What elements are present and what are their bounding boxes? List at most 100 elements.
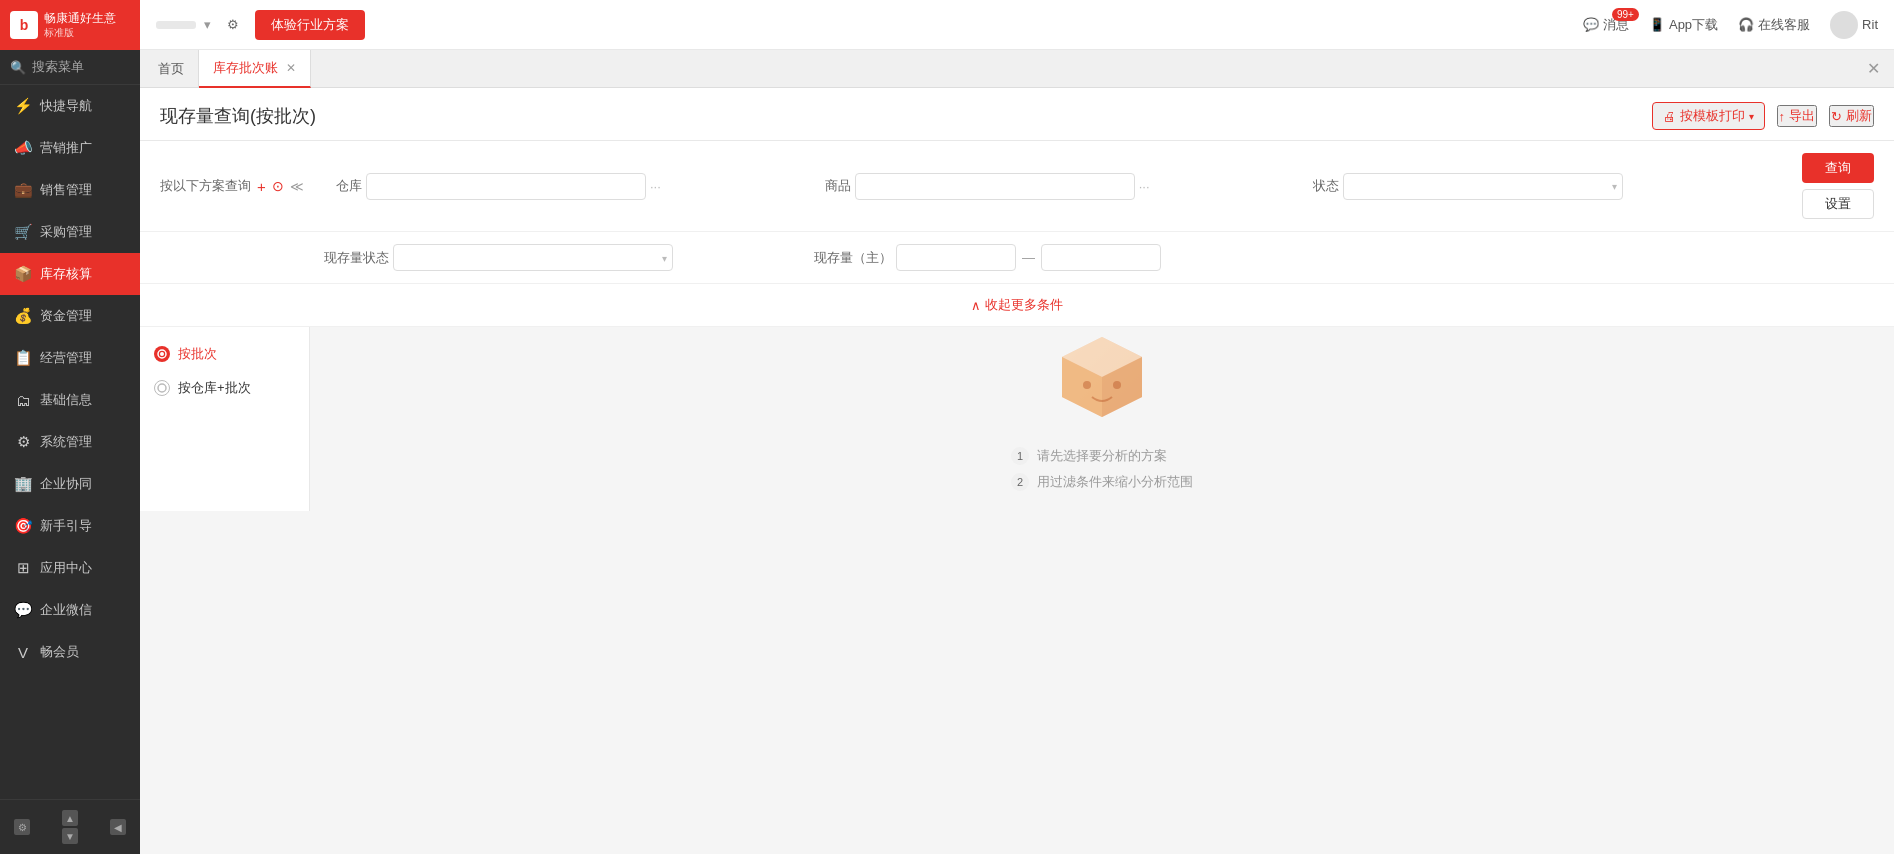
online-service-btn[interactable]: 🎧 在线客服 <box>1738 16 1810 34</box>
operation-icon: 📋 <box>14 349 32 367</box>
scheme-label-row: 按以下方案查询 + ⊙ ≪ <box>160 177 320 195</box>
message-icon: 💬 <box>1583 17 1599 32</box>
sidebar-item-quick-nav[interactable]: ⚡ 快捷导航 <box>0 85 140 127</box>
sidebar-nav: ⚡ 快捷导航 📣 营销推广 💼 销售管理 🛒 采购管理 📦 库存核算 💰 资金管… <box>0 85 140 799</box>
scheme-panel: 按批次 按仓库+批次 <box>140 327 310 511</box>
page-actions: 🖨 按模板打印 ▾ ↑ 导出 ↻ 刷新 <box>1652 102 1875 130</box>
sidebar-item-app-center[interactable]: ⊞ 应用中心 <box>0 547 140 589</box>
sidebar-item-finance[interactable]: 💰 资金管理 <box>0 295 140 337</box>
system-icon: ⚙ <box>14 433 32 451</box>
sales-icon: 💼 <box>14 181 32 199</box>
tab-close-icon[interactable]: ✕ <box>286 61 296 75</box>
sidebar-brand: 畅康通好生意 标准版 <box>44 11 116 40</box>
empty-hints: 1 请先选择要分析的方案 2 用过滤条件来缩小分析范围 <box>1011 447 1193 491</box>
hint-item-2: 2 用过滤条件来缩小分析范围 <box>1011 473 1193 491</box>
app-download-icon: 📱 <box>1649 17 1665 32</box>
marketing-icon: 📣 <box>14 139 32 157</box>
svg-point-7 <box>1083 381 1091 389</box>
query-btn[interactable]: 查询 <box>1802 153 1874 183</box>
qty-range: — <box>896 244 1161 271</box>
filter-settings-btn[interactable]: 设置 <box>1802 189 1874 219</box>
sidebar-item-marketing[interactable]: 📣 营销推广 <box>0 127 140 169</box>
sidebar-item-operation[interactable]: 📋 经营管理 <box>0 337 140 379</box>
experience-btn[interactable]: 体验行业方案 <box>255 10 365 40</box>
export-btn[interactable]: ↑ 导出 <box>1777 105 1818 127</box>
tab-home[interactable]: 首页 <box>144 50 199 88</box>
status-select-wrapper: ▾ <box>1343 173 1623 200</box>
finance-icon: 💰 <box>14 307 32 325</box>
scheme-active-icon <box>154 346 170 362</box>
print-icon: 🖨 <box>1663 109 1676 124</box>
product-input[interactable] <box>855 173 1135 200</box>
export-icon: ↑ <box>1779 109 1786 124</box>
app-download-btn[interactable]: 📱 App下载 <box>1649 16 1718 34</box>
svg-point-2 <box>158 384 166 392</box>
topbar-gear-icon[interactable]: ⚙ <box>219 11 247 39</box>
topbar-left: ▾ ⚙ 体验行业方案 <box>156 10 1571 40</box>
sidebar-item-purchase[interactable]: 🛒 采购管理 <box>0 211 140 253</box>
svg-point-1 <box>160 352 164 356</box>
wechat-icon: 💬 <box>14 601 32 619</box>
sidebar-item-system[interactable]: ⚙ 系统管理 <box>0 421 140 463</box>
inventory-status-field: 现存量状态 ▾ <box>324 244 798 271</box>
scheme-item-batch[interactable]: 按批次 <box>140 337 309 371</box>
filter-row-1: 按以下方案查询 + ⊙ ≪ 仓库 ··· 商品 ··· <box>140 141 1894 232</box>
sidebar-item-wechat[interactable]: 💬 企业微信 <box>0 589 140 631</box>
product-field: 商品 ··· <box>825 173 1298 200</box>
breadcrumb-chevron[interactable]: ▾ <box>204 17 211 32</box>
sidebar-item-enterprise[interactable]: 🏢 企业协同 <box>0 463 140 505</box>
content-body: 按批次 按仓库+批次 <box>140 327 1894 511</box>
scroll-up-btn[interactable]: ▲ <box>62 810 78 826</box>
query-actions: 查询 设置 <box>1802 153 1874 219</box>
scheme-collapse-btn[interactable]: ≪ <box>290 179 304 194</box>
enterprise-icon: 🏢 <box>14 475 32 493</box>
hint-item-1: 1 请先选择要分析的方案 <box>1011 447 1193 465</box>
messages-btn[interactable]: 💬 消息 99+ <box>1583 16 1629 34</box>
filter-row-2: 现存量状态 ▾ 现存量（主） — <box>140 232 1894 284</box>
sidebar-item-sales[interactable]: 💼 销售管理 <box>0 169 140 211</box>
sidebar-item-member[interactable]: V 畅会员 <box>0 631 140 673</box>
main-area: ▾ ⚙ 体验行业方案 💬 消息 99+ 📱 App下载 🎧 在线客服 Rit <box>140 0 1894 854</box>
empty-state: 1 请先选择要分析的方案 2 用过滤条件来缩小分析范围 <box>1011 307 1193 491</box>
collapse-icon: ◀ <box>114 822 122 833</box>
refresh-icon: ↻ <box>1831 109 1842 124</box>
collapse-up-icon: ∧ <box>971 298 981 313</box>
sidebar-item-inventory[interactable]: 📦 库存核算 <box>0 253 140 295</box>
service-icon: 🎧 <box>1738 17 1754 32</box>
content-area: 现存量查询(按批次) 🖨 按模板打印 ▾ ↑ 导出 ↻ 刷新 <box>140 88 1894 854</box>
status-field: 状态 ▾ <box>1313 173 1786 200</box>
sidebar-collapse-btn[interactable]: ◀ <box>110 819 126 835</box>
user-profile[interactable]: Rit <box>1830 11 1878 39</box>
basic-icon: 🗂 <box>14 391 32 409</box>
print-btn[interactable]: 🖨 按模板打印 ▾ <box>1652 102 1765 130</box>
refresh-btn[interactable]: ↻ 刷新 <box>1829 105 1874 127</box>
status-input[interactable] <box>1343 173 1623 200</box>
member-icon: V <box>14 643 32 661</box>
scheme-item-warehouse-batch[interactable]: 按仓库+批次 <box>140 371 309 405</box>
sidebar-settings-icon: ⚙ <box>18 822 27 833</box>
warehouse-field: 仓库 ··· <box>336 173 809 200</box>
tab-inventory-batch[interactable]: 库存批次账 ✕ <box>199 50 311 88</box>
sidebar-settings-btn[interactable]: ⚙ <box>14 819 30 835</box>
product-more-icon[interactable]: ··· <box>1139 179 1150 194</box>
empty-illustration <box>1042 307 1162 427</box>
tab-close-right[interactable]: ✕ <box>1857 59 1890 78</box>
inventory-status-input[interactable] <box>393 244 673 271</box>
avatar <box>1830 11 1858 39</box>
sidebar-search[interactable]: 🔍 搜索菜单 <box>0 50 140 85</box>
scheme-settings-btn[interactable]: ⊙ <box>272 178 284 194</box>
topbar-right: 💬 消息 99+ 📱 App下载 🎧 在线客服 Rit <box>1583 11 1878 39</box>
tabbar: 首页 库存批次账 ✕ ✕ <box>140 50 1894 88</box>
qty-min-input[interactable] <box>896 244 1016 271</box>
scroll-down-btn[interactable]: ▼ <box>62 828 78 844</box>
qty-max-input[interactable] <box>1041 244 1161 271</box>
sidebar: b 畅康通好生意 标准版 🔍 搜索菜单 ⚡ 快捷导航 📣 营销推广 💼 销售管理… <box>0 0 140 854</box>
warehouse-more-icon[interactable]: ··· <box>650 179 661 194</box>
svg-point-8 <box>1113 381 1121 389</box>
scheme-outline-icon <box>154 380 170 396</box>
sidebar-item-guide[interactable]: 🎯 新手引导 <box>0 505 140 547</box>
sidebar-header: b 畅康通好生意 标准版 <box>0 0 140 50</box>
warehouse-input[interactable] <box>366 173 646 200</box>
scheme-add-btn[interactable]: + <box>257 178 266 195</box>
sidebar-item-basic[interactable]: 🗂 基础信息 <box>0 379 140 421</box>
